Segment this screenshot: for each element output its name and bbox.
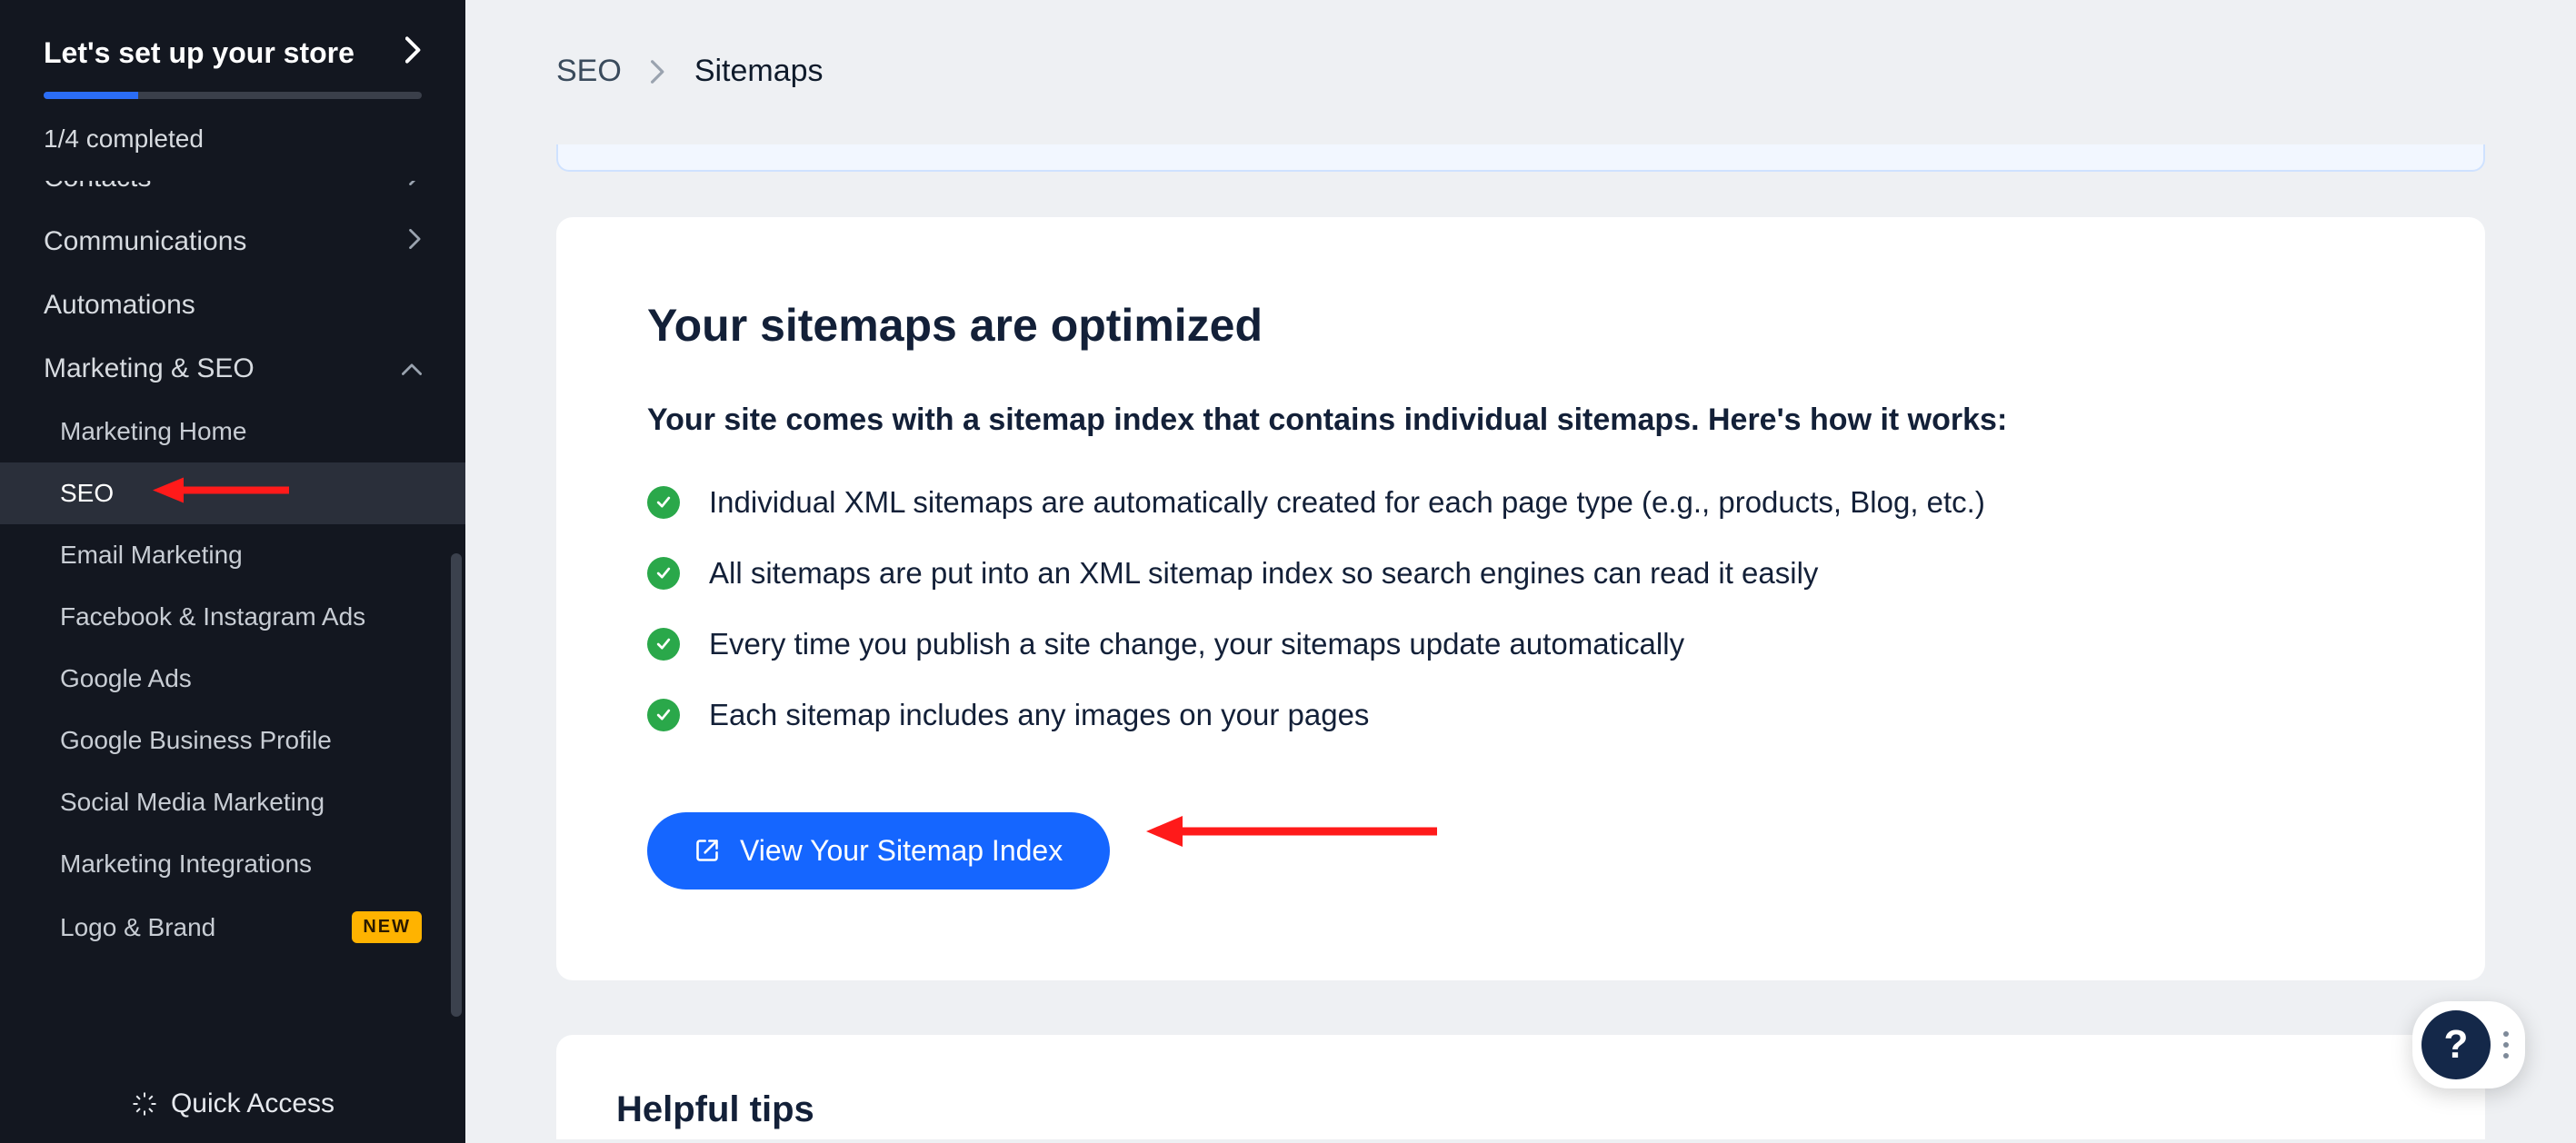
sidebar-item-contacts[interactable]: Contacts — [0, 181, 465, 210]
onboarding-block: Let's set up your store 1/4 completed — [0, 0, 465, 172]
breadcrumb-current: Sitemaps — [694, 54, 824, 89]
sidebar-item-label: Marketing & SEO — [44, 353, 255, 384]
card-subtitle: Your site comes with a sitemap index tha… — [647, 403, 2394, 438]
chevron-up-icon — [402, 356, 422, 382]
onboarding-progress — [44, 92, 422, 99]
chevron-right-icon — [405, 36, 422, 70]
page-header: SEO Sitemaps — [465, 0, 2576, 144]
list-item: Each sitemap includes any images on your… — [647, 698, 2394, 732]
help-fab[interactable]: ? — [2412, 1001, 2525, 1088]
chevron-right-icon — [409, 229, 422, 255]
sidebar-subnav-marketing: Marketing Home SEO Email Marketing — [0, 401, 465, 959]
sidebar-sub-seo[interactable]: SEO — [0, 462, 465, 524]
sidebar-item-label: Marketing Home — [60, 417, 246, 446]
sidebar-sub-logo-brand[interactable]: Logo & Brand NEW — [0, 895, 465, 959]
sidebar-sub-social-media-marketing[interactable]: Social Media Marketing — [0, 771, 465, 833]
list-item-text: Individual XML sitemaps are automaticall… — [709, 485, 1985, 520]
sidebar-item-label: SEO — [60, 479, 114, 508]
external-link-icon — [694, 838, 720, 863]
sidebar-sub-marketing-integrations[interactable]: Marketing Integrations — [0, 833, 465, 895]
sidebar-item-label: Marketing Integrations — [60, 850, 312, 879]
cta-label: View Your Sitemap Index — [740, 834, 1063, 868]
sidebar-sub-marketing-home[interactable]: Marketing Home — [0, 401, 465, 462]
sidebar-item-label: Email Marketing — [60, 541, 243, 570]
sidebar-item-communications[interactable]: Communications — [0, 210, 465, 273]
onboarding-title: Let's set up your store — [44, 36, 354, 70]
list-item: All sitemaps are put into an XML sitemap… — [647, 556, 2394, 591]
sidebar-item-label: Google Ads — [60, 664, 192, 693]
check-circle-icon — [647, 486, 680, 519]
list-item-text: Every time you publish a site change, yo… — [709, 627, 1684, 661]
list-item: Individual XML sitemaps are automaticall… — [647, 485, 2394, 520]
card-title: Your sitemaps are optimized — [647, 299, 2394, 352]
main: SEO Sitemaps Your sitemaps are optimized… — [465, 0, 2576, 1143]
breadcrumb: SEO Sitemaps — [556, 54, 824, 89]
new-badge: NEW — [352, 911, 422, 943]
view-sitemap-index-button[interactable]: View Your Sitemap Index — [647, 812, 1110, 890]
sidebar-scrollbar[interactable] — [451, 553, 462, 1017]
sitemaps-card: Your sitemaps are optimized Your site co… — [556, 217, 2485, 980]
sidebar-item-label: Contacts — [44, 181, 151, 194]
annotation-arrow-icon — [1146, 809, 1437, 859]
sidebar-item-label: Google Business Profile — [60, 726, 332, 755]
info-banner-sliver — [556, 144, 2485, 172]
sidebar: Let's set up your store 1/4 completed Co… — [0, 0, 465, 1143]
chevron-right-icon — [651, 60, 665, 84]
sidebar-item-marketing-seo[interactable]: Marketing & SEO — [0, 337, 465, 401]
sidebar-nav: Contacts Communications Automations Mark… — [0, 181, 465, 1064]
sidebar-sub-email-marketing[interactable]: Email Marketing — [0, 524, 465, 586]
sidebar-item-label: Automations — [44, 290, 195, 321]
onboarding-progress-text: 1/4 completed — [44, 124, 422, 154]
onboarding-progress-fill — [44, 92, 138, 99]
chevron-right-icon — [409, 181, 422, 192]
app-root: Let's set up your store 1/4 completed Co… — [0, 0, 2576, 1143]
sidebar-sub-facebook-instagram-ads[interactable]: Facebook & Instagram Ads — [0, 586, 465, 648]
sidebar-item-label: Communications — [44, 226, 246, 257]
list-item-text: Each sitemap includes any images on your… — [709, 698, 1369, 732]
onboarding-link[interactable]: Let's set up your store — [44, 36, 422, 70]
sidebar-item-label: Social Media Marketing — [60, 788, 324, 817]
check-circle-icon — [647, 699, 680, 731]
check-circle-icon — [647, 628, 680, 661]
quick-access-label: Quick Access — [171, 1088, 334, 1119]
annotation-arrow-icon — [153, 472, 289, 515]
quick-access-button[interactable]: Quick Access — [0, 1064, 465, 1143]
sidebar-item-label: Facebook & Instagram Ads — [60, 602, 365, 631]
list-item: Every time you publish a site change, yo… — [647, 627, 2394, 661]
breadcrumb-root[interactable]: SEO — [556, 54, 622, 89]
sitemap-checklist: Individual XML sitemaps are automaticall… — [647, 485, 2394, 732]
check-circle-icon — [647, 557, 680, 590]
help-icon: ? — [2421, 1010, 2491, 1079]
sidebar-sub-google-business-profile[interactable]: Google Business Profile — [0, 710, 465, 771]
sidebar-item-automations[interactable]: Automations — [0, 273, 465, 337]
sidebar-sub-google-ads[interactable]: Google Ads — [0, 648, 465, 710]
content-area: Your sitemaps are optimized Your site co… — [465, 144, 2576, 1143]
more-vertical-icon — [2503, 1031, 2509, 1059]
tips-title: Helpful tips — [616, 1089, 2425, 1130]
sidebar-item-label: Logo & Brand — [60, 913, 215, 942]
list-item-text: All sitemaps are put into an XML sitemap… — [709, 556, 1818, 591]
helpful-tips-card: Helpful tips — [556, 1035, 2485, 1139]
sparkle-icon — [131, 1090, 158, 1118]
